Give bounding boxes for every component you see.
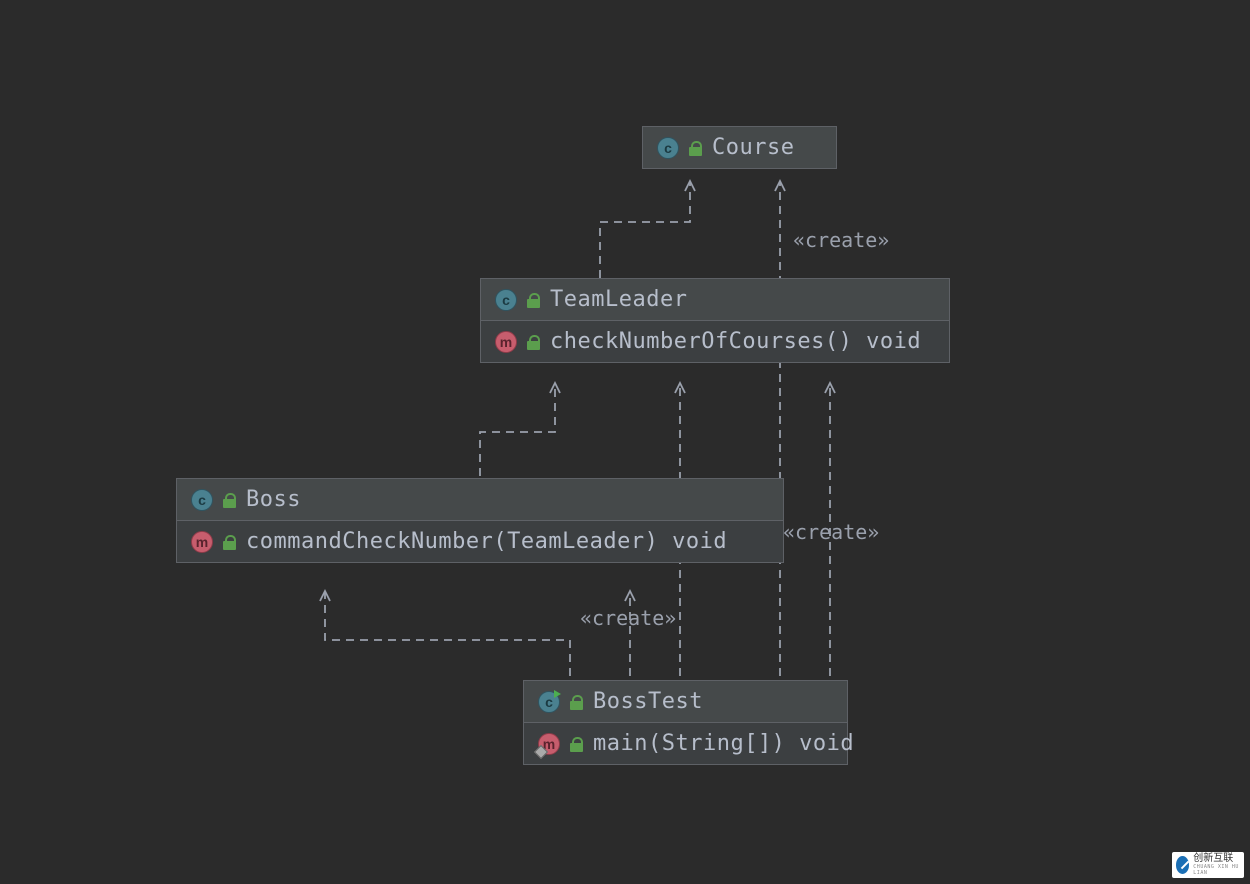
method-row: main(String[]) void <box>524 723 847 764</box>
class-header: Course <box>643 127 836 168</box>
class-icon <box>657 137 679 159</box>
class-icon <box>495 289 517 311</box>
class-header: BossTest <box>524 681 847 723</box>
class-name: TeamLeader <box>550 287 687 312</box>
class-header: Boss <box>177 479 783 521</box>
watermark-logo-icon <box>1176 856 1189 874</box>
method-signature: checkNumberOfCourses() void <box>550 329 921 354</box>
lock-icon <box>527 335 540 348</box>
class-box-teamleader[interactable]: TeamLeader checkNumberOfCourses() void <box>480 278 950 363</box>
edge-label-create: «create» <box>793 228 889 252</box>
lock-icon <box>570 695 583 708</box>
class-box-boss[interactable]: Boss commandCheckNumber(TeamLeader) void <box>176 478 784 563</box>
class-name: BossTest <box>593 689 703 714</box>
method-signature: commandCheckNumber(TeamLeader) void <box>246 529 727 554</box>
uml-diagram-canvas: «create» «create» «create» Course TeamLe… <box>0 0 1250 884</box>
method-icon <box>495 331 517 353</box>
lock-icon <box>570 737 583 750</box>
watermark-brand: 创新互联 <box>1193 854 1240 864</box>
lock-icon <box>223 493 236 506</box>
lock-icon <box>527 293 540 306</box>
edge-label-create: «create» <box>783 520 879 544</box>
class-box-course[interactable]: Course <box>642 126 837 169</box>
watermark-badge: 创新互联 CHUANG XIN HU LIAN <box>1172 852 1244 878</box>
static-method-icon <box>538 733 560 755</box>
class-icon <box>191 489 213 511</box>
class-header: TeamLeader <box>481 279 949 321</box>
method-icon <box>191 531 213 553</box>
method-row: checkNumberOfCourses() void <box>481 321 949 362</box>
method-signature: main(String[]) void <box>593 731 854 756</box>
method-row: commandCheckNumber(TeamLeader) void <box>177 521 783 562</box>
class-name: Boss <box>246 487 301 512</box>
class-box-bosstest[interactable]: BossTest main(String[]) void <box>523 680 848 765</box>
class-name: Course <box>712 135 794 160</box>
lock-icon <box>223 535 236 548</box>
watermark-sub: CHUANG XIN HU LIAN <box>1193 864 1240 876</box>
lock-icon <box>689 141 702 154</box>
edge-label-create: «create» <box>580 606 676 630</box>
runnable-class-icon <box>538 691 560 713</box>
